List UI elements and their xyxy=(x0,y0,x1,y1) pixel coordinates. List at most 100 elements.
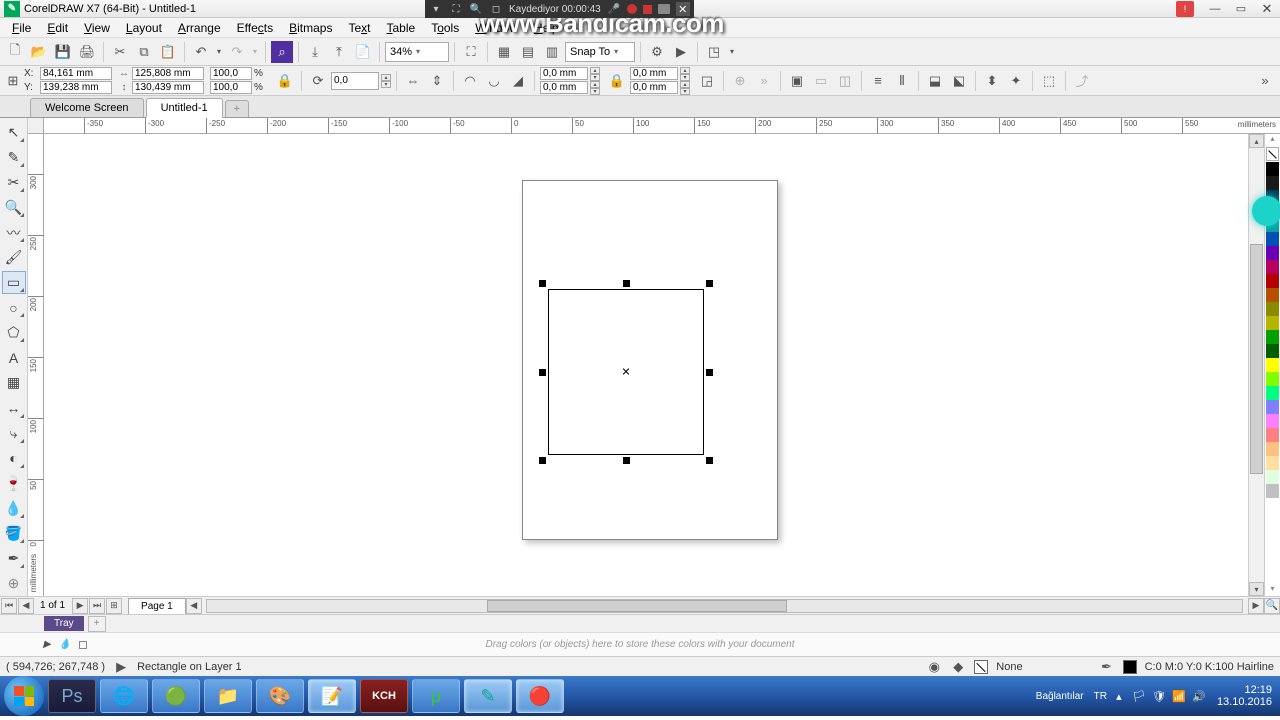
launch-button[interactable]: ▶ xyxy=(670,41,692,63)
handle-top-left[interactable] xyxy=(539,280,546,287)
redo-dropdown[interactable]: ▾ xyxy=(250,41,260,63)
freehand-tool[interactable]: 〰 xyxy=(2,221,26,244)
menu-table[interactable]: Table xyxy=(379,19,424,37)
menu-text[interactable]: Text xyxy=(340,19,378,37)
tray-show-hidden-icon[interactable]: ▴ xyxy=(1111,688,1127,704)
tray-keyboard[interactable]: TR xyxy=(1094,691,1107,702)
page-next-button[interactable]: ▶ xyxy=(72,598,88,614)
scroll-down-button[interactable]: ▾ xyxy=(1249,582,1264,596)
handle-top-center[interactable] xyxy=(623,280,630,287)
hscroll-left-button[interactable]: ◀ xyxy=(186,598,202,614)
menu-tools[interactable]: Tools xyxy=(423,19,467,37)
palette-swatch[interactable] xyxy=(1266,288,1279,302)
print-button[interactable]: 🖨 xyxy=(76,41,98,63)
palette-swatch[interactable] xyxy=(1266,386,1279,400)
hscroll-thumb[interactable] xyxy=(487,600,787,612)
ellipse-tool[interactable]: ○ xyxy=(2,296,26,319)
task-notepad[interactable]: 📝 xyxy=(308,679,356,713)
trim-button[interactable]: ⬕ xyxy=(948,70,970,92)
tab-add-button[interactable]: + xyxy=(225,100,249,117)
y-input[interactable] xyxy=(40,81,112,94)
palette-swatch[interactable] xyxy=(1266,442,1279,456)
fullscreen-button[interactable]: ⛶ xyxy=(460,41,482,63)
text-tool[interactable]: A xyxy=(2,346,26,369)
page-add-button[interactable]: ⊞ xyxy=(106,598,122,614)
recorder-camera-icon[interactable] xyxy=(658,4,670,14)
connector-tool[interactable]: ⤷ xyxy=(2,422,26,445)
hscroll-right-button[interactable]: ▶ xyxy=(1248,598,1264,614)
task-ie[interactable]: 🌐 xyxy=(100,679,148,713)
distribute-button[interactable]: ⫴ xyxy=(891,70,913,92)
export-button[interactable]: ⤒ xyxy=(328,41,350,63)
task-bandicam[interactable]: 🔴 xyxy=(516,679,564,713)
align-button[interactable]: ≡ xyxy=(867,70,889,92)
recorder-fullscreen-icon[interactable]: ⛶ xyxy=(449,2,463,16)
task-photoshop[interactable]: Ps xyxy=(48,679,96,713)
outline-tool[interactable]: ✒ xyxy=(2,547,26,570)
transparency-tool[interactable]: 🍷 xyxy=(2,472,26,495)
ruler-horizontal[interactable]: -350 -300 -250 -200 -150 -100 -50 0 50 1… xyxy=(28,118,1280,134)
quick-trace-button[interactable]: ✦ xyxy=(1005,70,1027,92)
tray-network-icon[interactable]: 📶 xyxy=(1171,688,1187,704)
handle-bottom-center[interactable] xyxy=(623,457,630,464)
recorder-mic-icon[interactable]: 🎤 xyxy=(607,2,621,16)
navigator-button[interactable]: 🔍 xyxy=(1264,598,1280,614)
outline-pen-icon[interactable]: ✒ xyxy=(1099,659,1115,675)
start-button[interactable] xyxy=(4,676,44,716)
handle-mid-right[interactable] xyxy=(706,369,713,376)
handle-bottom-left[interactable] xyxy=(539,457,546,464)
palette-swatch[interactable] xyxy=(1266,344,1279,358)
cut-button[interactable]: ✂ xyxy=(109,41,131,63)
show-rulers-button[interactable]: ▦ xyxy=(493,41,515,63)
tray-play-icon[interactable]: ▶ xyxy=(40,638,54,652)
page-last-button[interactable]: ⏭ xyxy=(89,598,105,614)
palette-swatch[interactable] xyxy=(1266,484,1279,498)
crop-tool[interactable]: ✂ xyxy=(2,171,26,194)
tray-eyedropper-icon[interactable]: 💧 xyxy=(58,638,72,652)
palette-swatch[interactable] xyxy=(1266,260,1279,274)
save-button[interactable]: 💾 xyxy=(52,41,74,63)
palette-swatch[interactable] xyxy=(1266,330,1279,344)
zoom-tool[interactable]: 🔍 xyxy=(2,196,26,219)
recorder-close-icon[interactable]: ✕ xyxy=(676,2,690,16)
convert-button[interactable]: ⬚ xyxy=(1038,70,1060,92)
mirror-v-button[interactable]: ⇕ xyxy=(426,70,448,92)
tray-add-button[interactable]: + xyxy=(88,616,106,632)
menu-file[interactable]: File xyxy=(4,19,39,37)
to-back-button[interactable]: » xyxy=(753,70,775,92)
tray-tab[interactable]: Tray xyxy=(44,616,84,631)
palette-swatch[interactable] xyxy=(1266,274,1279,288)
palette-swatch[interactable] xyxy=(1266,358,1279,372)
tab-untitled-1[interactable]: Untitled-1 xyxy=(146,98,223,118)
undo-button[interactable]: ↶ xyxy=(190,41,212,63)
quick-customize-button[interactable]: ⊕ xyxy=(2,572,26,595)
recorder-menu-icon[interactable]: ▾ xyxy=(429,2,443,16)
fill-swatch-none[interactable] xyxy=(974,660,988,674)
palette-swatch[interactable] xyxy=(1266,372,1279,386)
close-button[interactable]: ✕ xyxy=(1254,0,1280,18)
tray-shield-icon[interactable]: 🛡 xyxy=(1151,688,1167,704)
dimension-tool[interactable]: ↔ xyxy=(2,397,26,420)
artistic-tool[interactable]: 🖌 xyxy=(2,246,26,269)
shape-tool[interactable]: ✎ xyxy=(2,146,26,169)
tab-welcome[interactable]: Welcome Screen xyxy=(30,98,144,117)
ruler-vertical[interactable]: 0 50 100 150 200 250 300 millimeters xyxy=(28,134,44,596)
order-button[interactable]: ⬍ xyxy=(981,70,1003,92)
outline-width-button[interactable]: ▭ xyxy=(810,70,832,92)
palette-swatch[interactable] xyxy=(1266,232,1279,246)
recorder-record-icon[interactable] xyxy=(627,4,637,14)
rectangle-tool[interactable]: ▭ xyxy=(2,271,26,294)
selected-rectangle[interactable]: ✕ xyxy=(548,289,704,455)
status-fill-icon[interactable]: ◆ xyxy=(950,659,966,675)
palette-swatch[interactable] xyxy=(1266,162,1279,176)
handle-top-right[interactable] xyxy=(706,280,713,287)
undo-dropdown[interactable]: ▾ xyxy=(214,41,224,63)
task-coreldraw[interactable]: ✎ xyxy=(464,679,512,713)
fill-tool[interactable]: 🪣 xyxy=(2,522,26,545)
palette-no-fill[interactable] xyxy=(1266,147,1279,161)
minimize-button[interactable]: — xyxy=(1202,0,1228,18)
import-button[interactable]: ⤓ xyxy=(304,41,326,63)
corner-tr-input[interactable] xyxy=(630,67,678,80)
corner-br-input[interactable] xyxy=(630,81,678,94)
tray-clock[interactable]: 12:19 13.10.2016 xyxy=(1217,684,1272,708)
